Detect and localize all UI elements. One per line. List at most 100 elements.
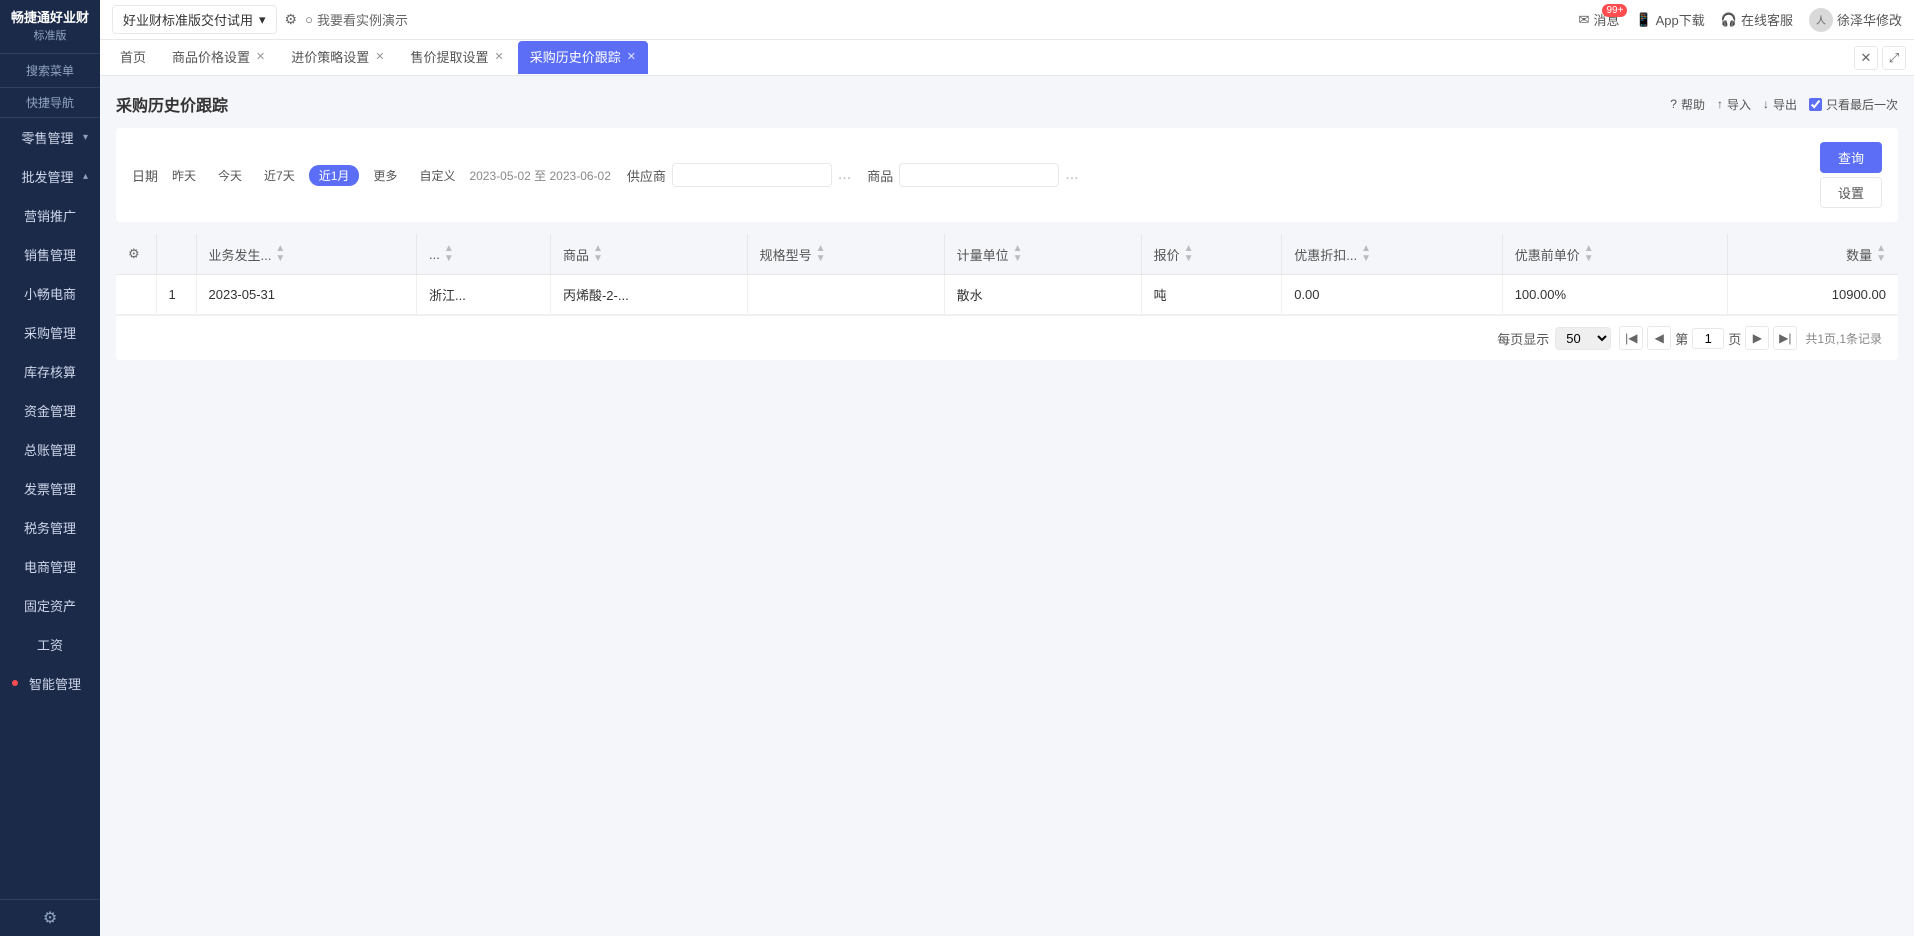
page-actions: ? 帮助 ↑ 导入 ↓ 导出 只看最后一次	[1670, 96, 1898, 113]
sidebar-item-wholesale[interactable]: 批发管理 ▴	[0, 157, 100, 196]
chevron-up-icon: ▴	[83, 171, 88, 182]
export-btn[interactable]: ↓ 导出	[1763, 96, 1797, 113]
sidebar-bottom: ⚙	[0, 899, 100, 936]
supplier-more-icon[interactable]: ...	[838, 166, 851, 184]
sales-label: 销售管理	[12, 245, 88, 264]
date-label: 日期	[132, 166, 158, 185]
tab-home[interactable]: 首页	[108, 41, 158, 74]
ledger-label: 总账管理	[12, 440, 88, 459]
page-header: 采购历史价跟踪 ? 帮助 ↑ 导入 ↓ 导出 只看最后一次	[116, 92, 1898, 116]
sidebar-item-marketing[interactable]: 营销推广	[0, 196, 100, 235]
table-container: ⚙ 业务发生... ▲▼ ... ▲▼	[116, 234, 1898, 360]
topbar-settings-icon[interactable]: ⚙	[285, 11, 298, 28]
product-more-icon[interactable]: ...	[1065, 166, 1078, 184]
tab-product-price[interactable]: 商品价格设置 ✕	[160, 41, 277, 74]
user-name: 徐泽华修改	[1837, 10, 1902, 29]
date-btn-more[interactable]: 更多	[365, 165, 405, 186]
close-icon[interactable]: ✕	[256, 50, 265, 63]
sort-icon[interactable]: ▲▼	[275, 244, 285, 264]
tab-price-extract[interactable]: 售价提取设置 ✕	[398, 41, 515, 74]
sidebar-item-ecommerce[interactable]: 电商管理	[0, 547, 100, 586]
app-download-btn[interactable]: 📱 App下载	[1635, 10, 1704, 29]
sort-icon[interactable]: ▲▼	[1013, 244, 1023, 264]
col-unit: 计量单位 ▲▼	[944, 234, 1141, 275]
message-badge: 99+	[1602, 4, 1627, 17]
demo-link[interactable]: ○ 我要看实例演示	[305, 10, 408, 29]
import-btn[interactable]: ↑ 导入	[1717, 96, 1751, 113]
prev-page-btn[interactable]: ◀	[1647, 326, 1671, 350]
only-last-label: 只看最后一次	[1826, 96, 1898, 113]
message-btn[interactable]: ✉ 消息 99+	[1579, 10, 1620, 29]
first-page-btn[interactable]: |◀	[1619, 326, 1643, 350]
sort-icon[interactable]: ▲▼	[1184, 244, 1194, 264]
sidebar-item-payroll[interactable]: 工资	[0, 625, 100, 664]
per-page-select[interactable]: 10 20 50 100	[1555, 327, 1611, 350]
close-icon[interactable]: ✕	[495, 50, 504, 63]
chevron-down-icon: ▾	[83, 132, 88, 143]
sort-icon[interactable]: ▲▼	[1876, 244, 1886, 264]
online-service-btn[interactable]: 🎧 在线客服	[1721, 10, 1793, 29]
sidebar-item-quicknav[interactable]: 快捷导航	[0, 88, 100, 118]
date-btn-today[interactable]: 今天	[210, 165, 250, 186]
col-price-label: 报价	[1154, 245, 1180, 264]
sort-icon[interactable]: ▲▼	[444, 244, 454, 264]
settings-icon[interactable]: ⚙	[43, 910, 57, 927]
expand-tab-btn[interactable]: ⤢	[1882, 46, 1906, 70]
sidebar-item-ecommerce-small[interactable]: 小畅电商	[0, 274, 100, 313]
page-input[interactable]	[1692, 328, 1724, 349]
close-icon[interactable]: ✕	[375, 50, 384, 63]
filter-row: 日期 昨天 今天 近7天 近1月 更多 自定义 2023-05-02 至 202…	[132, 142, 1882, 208]
cell-price: 0.00	[1282, 275, 1502, 315]
supplier-filter: 供应商 ...	[627, 163, 851, 187]
sidebar-item-tax[interactable]: 税务管理	[0, 508, 100, 547]
date-btn-yesterday[interactable]: 昨天	[164, 165, 204, 186]
only-last-checkbox[interactable]	[1809, 98, 1822, 111]
tabs-bar: 首页 商品价格设置 ✕ 进价策略设置 ✕ 售价提取设置 ✕ 采购历史价跟踪 ✕ …	[100, 40, 1914, 76]
sort-icon[interactable]: ▲▼	[593, 244, 603, 264]
close-icon[interactable]: ✕	[627, 50, 636, 63]
page-total: 共1页,1条记录	[1805, 330, 1882, 347]
sidebar-item-ai[interactable]: 智能管理	[0, 664, 100, 703]
ecommerce-small-label: 小畅电商	[12, 284, 88, 303]
cell-date: 2023-05-31	[196, 275, 416, 315]
sidebar-item-retail[interactable]: 零售管理 ▾	[0, 118, 100, 157]
sidebar-item-sales[interactable]: 销售管理	[0, 235, 100, 274]
sidebar-item-ledger[interactable]: 总账管理	[0, 430, 100, 469]
user-info[interactable]: 人 徐泽华修改	[1809, 8, 1902, 32]
filter-area: 日期 昨天 今天 近7天 近1月 更多 自定义 2023-05-02 至 202…	[116, 128, 1898, 222]
filter-settings-button[interactable]: 设置	[1820, 177, 1882, 208]
next-page-btn[interactable]: ▶	[1745, 326, 1769, 350]
cell-spec	[747, 275, 944, 315]
sidebar-item-finance[interactable]: 资金管理	[0, 391, 100, 430]
tab-price-strategy[interactable]: 进价策略设置 ✕	[279, 41, 396, 74]
tab-price-strategy-label: 进价策略设置	[291, 47, 369, 66]
tab-purchase-history[interactable]: 采购历史价跟踪 ✕	[518, 41, 648, 74]
col-idx	[156, 234, 196, 275]
close-tab-btn[interactable]: ✕	[1854, 46, 1878, 70]
product-selector[interactable]: 好业财标准版交付试用 ▾	[112, 5, 277, 34]
date-btn-custom[interactable]: 自定义	[411, 165, 463, 186]
only-last-wrapper: 只看最后一次	[1809, 96, 1898, 113]
product-input[interactable]	[899, 163, 1059, 187]
pagination: 每页显示 10 20 50 100 |◀ ◀ 第 页 ▶ ▶|	[116, 315, 1898, 360]
gear-icon[interactable]: ⚙	[128, 246, 140, 261]
last-page-btn[interactable]: ▶|	[1773, 326, 1797, 350]
cell-unit: 散水	[944, 275, 1141, 315]
export-label: 导出	[1773, 96, 1797, 113]
sort-icon[interactable]: ▲▼	[1361, 244, 1371, 264]
date-btn-1month[interactable]: 近1月	[309, 165, 360, 186]
sidebar-item-purchase[interactable]: 采购管理	[0, 313, 100, 352]
query-button[interactable]: 查询	[1820, 142, 1882, 173]
supplier-input[interactable]	[672, 163, 832, 187]
help-btn[interactable]: ? 帮助	[1670, 96, 1705, 113]
mobile-icon: 📱	[1635, 12, 1651, 28]
sidebar-item-search[interactable]: 搜索菜单	[0, 54, 100, 88]
sidebar-item-invoice[interactable]: 发票管理	[0, 469, 100, 508]
sidebar-item-inventory[interactable]: 库存核算	[0, 352, 100, 391]
dot-indicator	[12, 680, 18, 686]
date-btn-7days[interactable]: 近7天	[256, 165, 303, 186]
sort-icon[interactable]: ▲▼	[1584, 244, 1594, 264]
sidebar-item-fixed-assets[interactable]: 固定资产	[0, 586, 100, 625]
sort-icon[interactable]: ▲▼	[816, 244, 826, 264]
search-menu-label: 搜索菜单	[26, 64, 74, 78]
